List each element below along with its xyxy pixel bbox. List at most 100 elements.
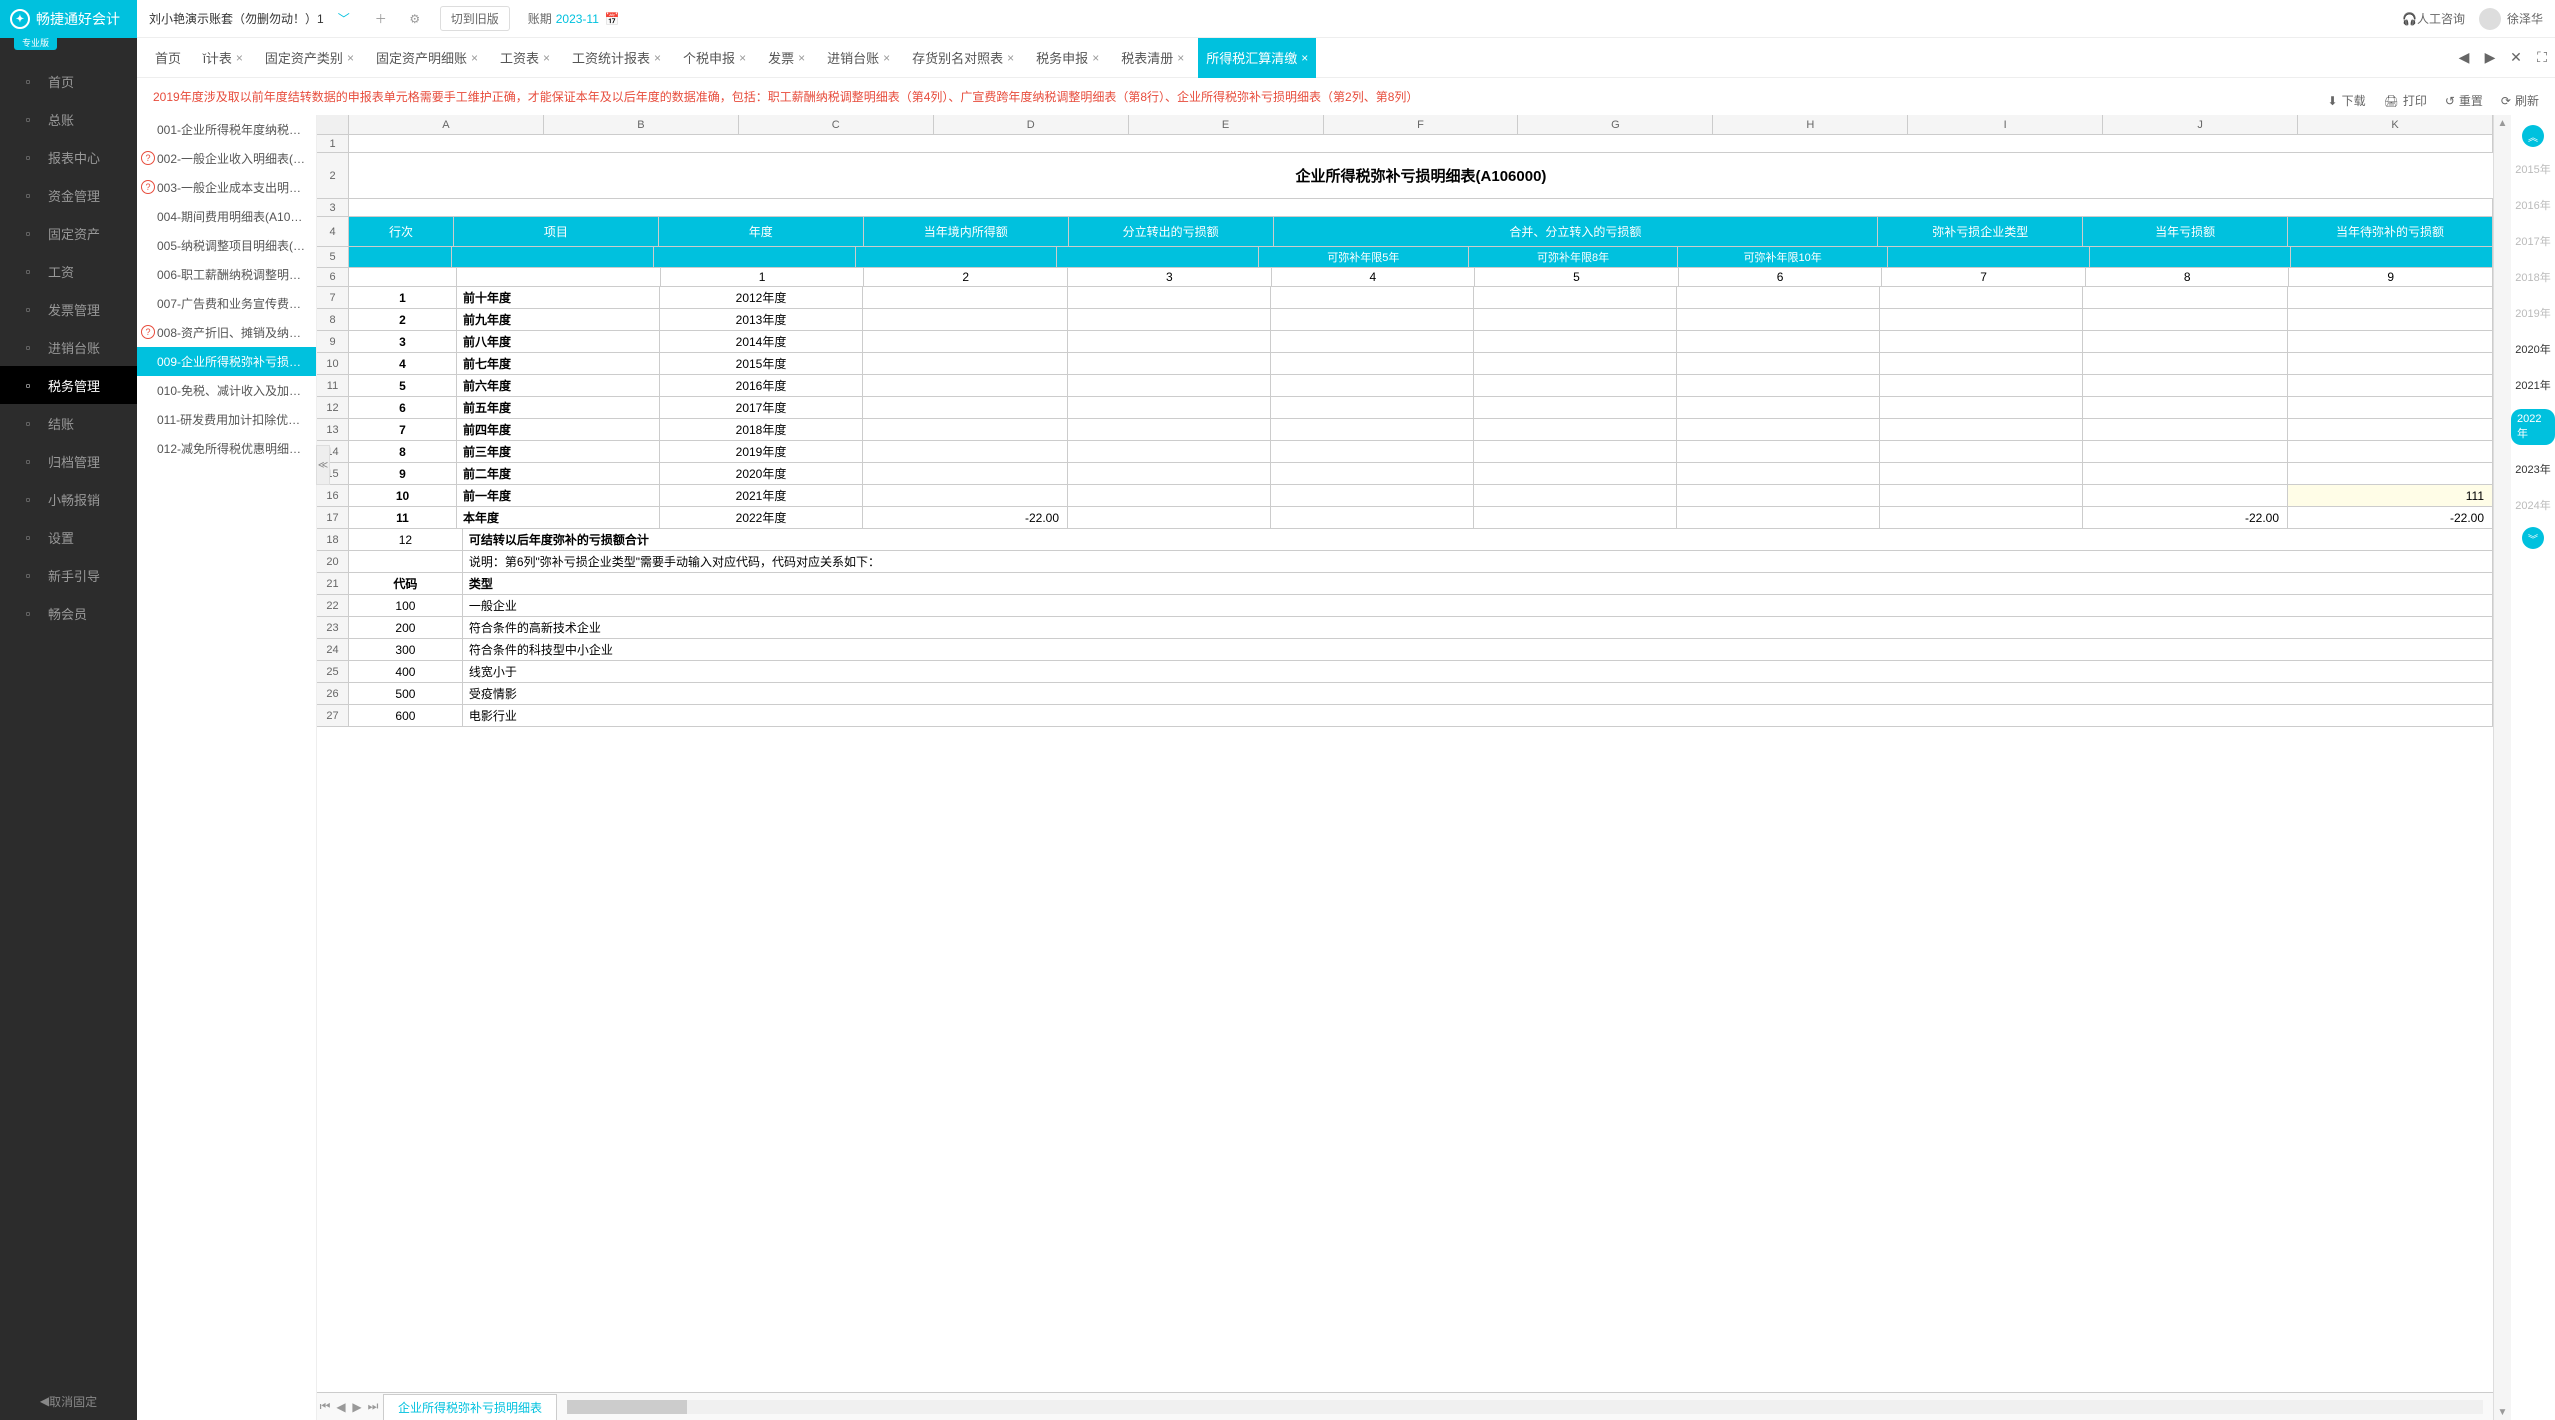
cell[interactable] [1880, 287, 2083, 308]
cell[interactable] [2288, 331, 2493, 352]
close-icon[interactable]: × [347, 51, 354, 65]
account-dropdown-icon[interactable]: ﹀ [338, 10, 350, 27]
cell[interactable]: 9 [2289, 268, 2493, 286]
col-header[interactable]: H [1713, 115, 1908, 134]
cell[interactable]: 可结转以后年度弥补的亏损额合计 [463, 529, 2493, 550]
tab-存货别名对照表[interactable]: 存货别名对照表× [904, 38, 1022, 78]
cell[interactable] [1271, 419, 1474, 440]
cell[interactable] [863, 419, 1068, 440]
cell[interactable] [1271, 331, 1474, 352]
cell[interactable]: 当年待弥补的亏损额 [2288, 217, 2493, 246]
cell[interactable]: 符合条件的高新技术企业 [463, 617, 2493, 638]
cell[interactable] [1880, 331, 2083, 352]
cell[interactable] [2083, 419, 2288, 440]
row-header[interactable]: 7 [317, 287, 349, 308]
cell[interactable] [349, 268, 457, 286]
cell[interactable]: 合并、分立转入的亏损额 [1274, 217, 1879, 246]
scroll-down-icon[interactable]: ▼ [2494, 1404, 2511, 1420]
cell[interactable]: 2013年度 [660, 309, 863, 330]
scroll-up-icon[interactable]: ▲ [2494, 115, 2511, 131]
cell[interactable] [2083, 287, 2288, 308]
cell[interactable] [1677, 375, 1880, 396]
form-item[interactable]: 008-资产折旧、摊销及纳税… [137, 318, 316, 347]
cell[interactable]: 100 [349, 595, 463, 616]
cell[interactable] [2288, 441, 2493, 462]
cell[interactable]: 一般企业 [463, 595, 2493, 616]
cell[interactable]: 前三年度 [457, 441, 660, 462]
print-button[interactable]: 🖨打印 [2384, 92, 2427, 109]
row-header[interactable]: 2 [317, 153, 349, 198]
cell[interactable] [1880, 419, 2083, 440]
row-header[interactable]: 26 [317, 683, 349, 704]
cell[interactable]: 前二年度 [457, 463, 660, 484]
cell[interactable] [863, 463, 1068, 484]
cell[interactable] [2288, 287, 2493, 308]
tab-个税申报[interactable]: 个税申报× [675, 38, 754, 78]
cell[interactable]: 线宽小于 [463, 661, 2493, 682]
cell[interactable]: 111 [2288, 485, 2493, 506]
sidenav-money[interactable]: ▫资金管理 [0, 176, 137, 214]
cell[interactable]: -22.00 [2083, 507, 2288, 528]
row-header[interactable]: 23 [317, 617, 349, 638]
cell[interactable]: 6 [349, 397, 457, 418]
cell[interactable]: 企业所得税弥补亏损明细表(A106000) [349, 153, 2493, 198]
cell[interactable]: 5 [349, 375, 457, 396]
cell[interactable] [1677, 397, 1880, 418]
add-account-icon[interactable]: ＋ [372, 10, 390, 28]
cell[interactable] [1068, 419, 1271, 440]
cell[interactable] [1880, 309, 2083, 330]
form-item[interactable]: 012-减免所得税优惠明细表(… [137, 434, 316, 463]
cell[interactable] [2288, 309, 2493, 330]
cell[interactable] [1880, 441, 2083, 462]
form-item[interactable]: 010-免税、减计收入及加计… [137, 376, 316, 405]
account-settings-icon[interactable]: ⚙ [406, 10, 424, 28]
cell[interactable] [2288, 397, 2493, 418]
cell[interactable]: 9 [349, 463, 457, 484]
cell[interactable] [1474, 353, 1677, 374]
row-header[interactable]: 24 [317, 639, 349, 660]
cell[interactable] [1880, 353, 2083, 374]
cell[interactable]: 8 [349, 441, 457, 462]
cell[interactable]: 2021年度 [660, 485, 863, 506]
cell[interactable] [2083, 375, 2288, 396]
tab-工资表[interactable]: 工资表× [492, 38, 558, 78]
row-header[interactable]: 17 [317, 507, 349, 528]
consult-button[interactable]: 🎧 人工咨询 [2402, 10, 2465, 27]
form-item[interactable]: 002-一般企业收入明细表(A10… [137, 144, 316, 173]
cell[interactable] [1271, 309, 1474, 330]
cell[interactable]: 2018年度 [660, 419, 863, 440]
tab-ǐ计表[interactable]: ǐ计表× [195, 38, 251, 78]
sidenav-close[interactable]: ▫结账 [0, 404, 137, 442]
cell[interactable]: 6 [1679, 268, 1883, 286]
sheet-first-icon[interactable]: ⏮ [317, 1399, 333, 1414]
cell[interactable]: 前九年度 [457, 309, 660, 330]
tab-进销台账[interactable]: 进销台账× [819, 38, 898, 78]
select-all-corner[interactable] [317, 115, 349, 134]
cell[interactable]: 类型 [463, 573, 2493, 594]
cell[interactable]: 前四年度 [457, 419, 660, 440]
collapse-panel-icon[interactable]: ≪ [316, 445, 330, 485]
cell[interactable]: 5 [1475, 268, 1679, 286]
cell[interactable] [1474, 397, 1677, 418]
cell[interactable] [1068, 287, 1271, 308]
cell[interactable]: 代码 [349, 573, 463, 594]
year-2023年[interactable]: 2023年 [2511, 451, 2554, 487]
sheet-tab[interactable]: 企业所得税弥补亏损明细表 [383, 1394, 557, 1420]
cell[interactable] [1068, 375, 1271, 396]
cell[interactable] [452, 247, 654, 267]
cell[interactable] [1888, 247, 2090, 267]
cell[interactable] [1474, 287, 1677, 308]
cell[interactable]: 2022年度 [660, 507, 863, 528]
year-down-icon[interactable]: ︾ [2522, 527, 2544, 549]
cell[interactable]: 200 [349, 617, 463, 638]
row-header[interactable]: 1 [317, 135, 349, 152]
cell[interactable] [863, 353, 1068, 374]
cell[interactable] [2083, 463, 2288, 484]
tab-首页[interactable]: 首页 [147, 38, 189, 78]
year-2022年[interactable]: 2022年 [2511, 409, 2555, 445]
col-header[interactable]: B [544, 115, 739, 134]
sidenav-salary[interactable]: ▫工资 [0, 252, 137, 290]
sidenav-inout[interactable]: ▫进销台账 [0, 328, 137, 366]
cell[interactable]: 前十年度 [457, 287, 660, 308]
col-header[interactable]: F [1324, 115, 1519, 134]
